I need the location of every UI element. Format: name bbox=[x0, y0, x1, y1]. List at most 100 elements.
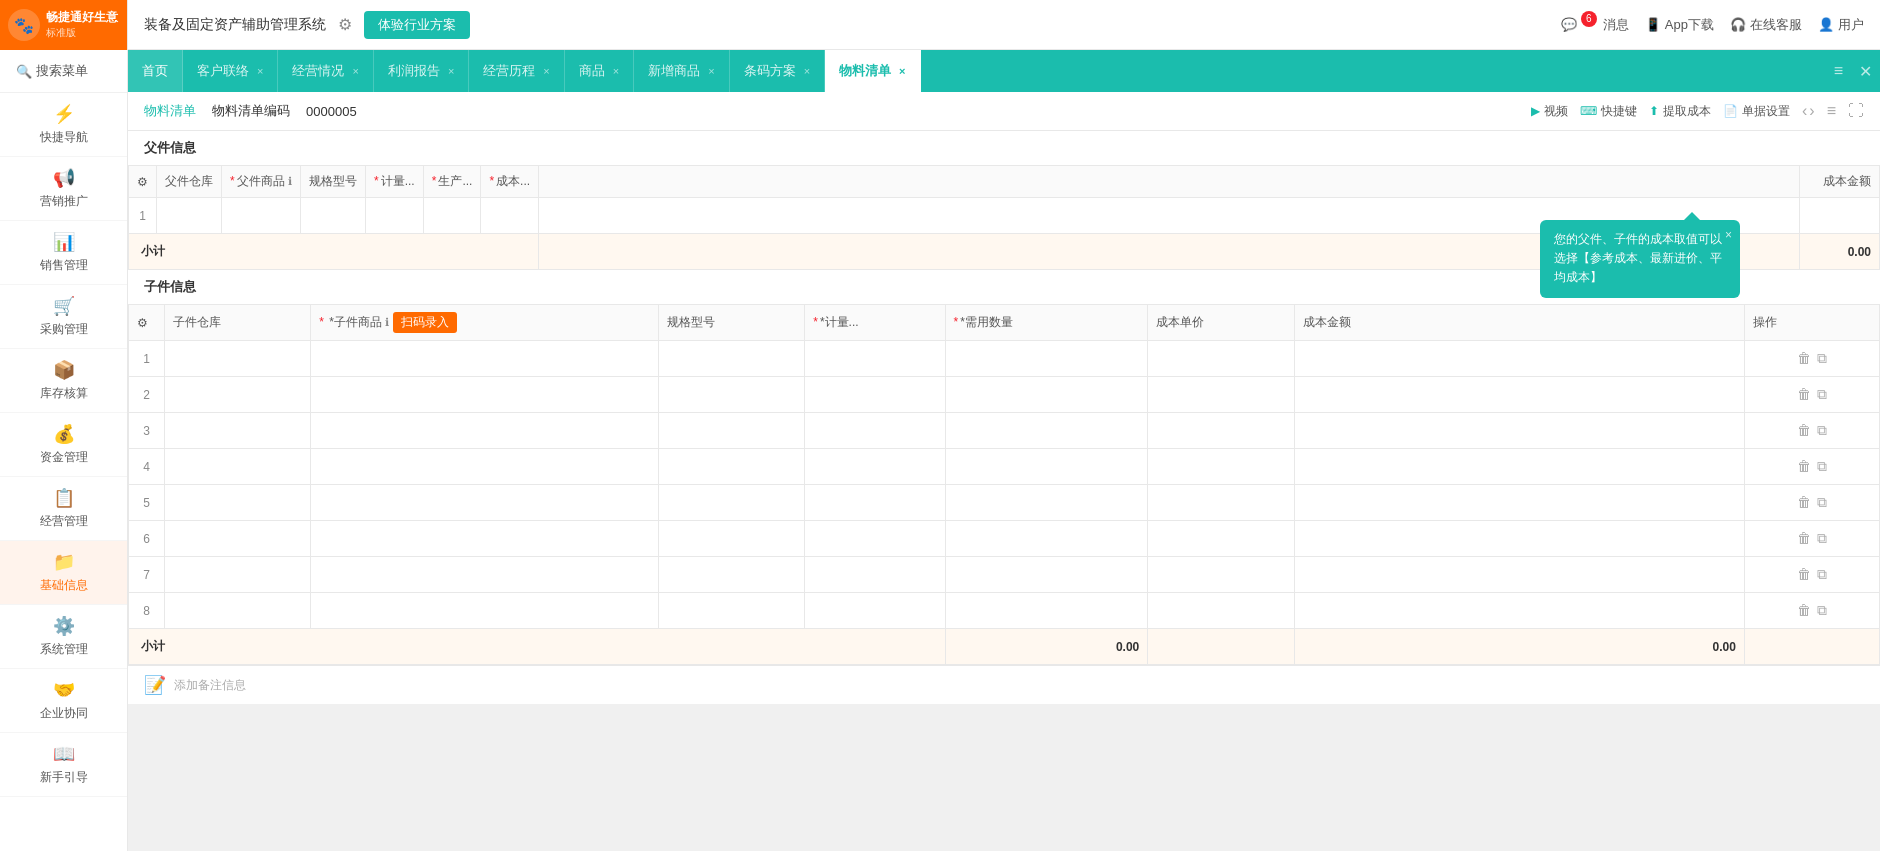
delete-icon-4[interactable]: 🗑 bbox=[1797, 458, 1811, 475]
sidebar-item-purchase[interactable]: 🛒 采购管理 bbox=[0, 285, 127, 349]
menu-icon[interactable]: ≡ bbox=[1827, 102, 1836, 120]
child-cell-warehouse-2[interactable] bbox=[165, 377, 311, 413]
delete-icon-3[interactable]: 🗑 bbox=[1797, 422, 1811, 439]
sidebar-item-mgmt[interactable]: 📋 经营管理 bbox=[0, 477, 127, 541]
tab-barcode[interactable]: 条码方案 × bbox=[730, 50, 825, 92]
child-cell-unit-price-8[interactable] bbox=[1148, 593, 1294, 629]
child-cell-qty-5[interactable] bbox=[945, 485, 1148, 521]
copy-icon-1[interactable]: ⧉ bbox=[1817, 350, 1827, 367]
tab-customer-close[interactable]: × bbox=[257, 65, 263, 77]
prev-icon[interactable]: ‹ bbox=[1802, 102, 1807, 120]
tab-overflow[interactable]: ≡ bbox=[1826, 62, 1851, 80]
child-cell-qty-8[interactable] bbox=[945, 593, 1148, 629]
child-cell-goods-3[interactable] bbox=[311, 413, 659, 449]
child-cell-warehouse-5[interactable] bbox=[165, 485, 311, 521]
sidebar-item-finance[interactable]: 💰 资金管理 bbox=[0, 413, 127, 477]
copy-icon-4[interactable]: ⧉ bbox=[1817, 458, 1827, 475]
delete-icon-5[interactable]: 🗑 bbox=[1797, 494, 1811, 511]
copy-icon-8[interactable]: ⧉ bbox=[1817, 602, 1827, 619]
parent-cell-cost[interactable] bbox=[481, 198, 539, 234]
expand-icon[interactable]: ⛶ bbox=[1848, 102, 1864, 120]
child-cell-goods-7[interactable] bbox=[311, 557, 659, 593]
child-cell-spec-3[interactable] bbox=[658, 413, 804, 449]
child-cell-unit-8[interactable] bbox=[805, 593, 945, 629]
tab-new-goods-close[interactable]: × bbox=[708, 65, 714, 77]
copy-icon-3[interactable]: ⧉ bbox=[1817, 422, 1827, 439]
tab-operation[interactable]: 经营情况 × bbox=[278, 50, 373, 92]
tooltip-close-button[interactable]: × bbox=[1725, 226, 1732, 245]
child-cell-qty-7[interactable] bbox=[945, 557, 1148, 593]
child-cell-unit-4[interactable] bbox=[805, 449, 945, 485]
child-cell-warehouse-4[interactable] bbox=[165, 449, 311, 485]
child-cell-qty-6[interactable] bbox=[945, 521, 1148, 557]
sidebar-item-system[interactable]: ⚙️ 系统管理 bbox=[0, 605, 127, 669]
app-download-action[interactable]: 📱 App下载 bbox=[1645, 16, 1714, 34]
single-setting-action[interactable]: 📄 单据设置 bbox=[1723, 103, 1790, 120]
next-icon[interactable]: › bbox=[1809, 102, 1814, 120]
child-cell-unit-2[interactable] bbox=[805, 377, 945, 413]
tab-profit[interactable]: 利润报告 × bbox=[374, 50, 469, 92]
sidebar-item-collab[interactable]: 🤝 企业协同 bbox=[0, 669, 127, 733]
child-cell-qty-3[interactable] bbox=[945, 413, 1148, 449]
child-cell-unit-price-1[interactable] bbox=[1148, 341, 1294, 377]
child-cell-unit-6[interactable] bbox=[805, 521, 945, 557]
child-cell-qty-4[interactable] bbox=[945, 449, 1148, 485]
child-cell-spec-1[interactable] bbox=[658, 341, 804, 377]
child-cell-qty-2[interactable] bbox=[945, 377, 1148, 413]
tab-goods-close[interactable]: × bbox=[613, 65, 619, 77]
tab-bom-close[interactable]: × bbox=[899, 65, 905, 77]
child-cell-goods-6[interactable] bbox=[311, 521, 659, 557]
sidebar-item-inventory[interactable]: 📦 库存核算 bbox=[0, 349, 127, 413]
sidebar-item-marketing[interactable]: 📢 营销推广 bbox=[0, 157, 127, 221]
child-cell-unit-price-2[interactable] bbox=[1148, 377, 1294, 413]
delete-icon-2[interactable]: 🗑 bbox=[1797, 386, 1811, 403]
tab-goods[interactable]: 商品 × bbox=[565, 50, 634, 92]
tab-close-all[interactable]: ✕ bbox=[1851, 62, 1880, 81]
tab-profit-close[interactable]: × bbox=[448, 65, 454, 77]
tab-history-close[interactable]: × bbox=[543, 65, 549, 77]
child-cell-spec-2[interactable] bbox=[658, 377, 804, 413]
child-cell-spec-5[interactable] bbox=[658, 485, 804, 521]
extract-cost-action[interactable]: ⬆ 提取成本 bbox=[1649, 103, 1711, 120]
tab-customer[interactable]: 客户联络 × bbox=[183, 50, 278, 92]
sidebar-item-quick[interactable]: ⚡ 快捷导航 bbox=[0, 93, 127, 157]
child-cell-warehouse-7[interactable] bbox=[165, 557, 311, 593]
child-cell-unit-7[interactable] bbox=[805, 557, 945, 593]
child-cell-spec-6[interactable] bbox=[658, 521, 804, 557]
tab-home[interactable]: 首页 bbox=[128, 50, 183, 92]
child-cell-unit-price-5[interactable] bbox=[1148, 485, 1294, 521]
parent-cell-warehouse[interactable] bbox=[157, 198, 222, 234]
parent-cell-unit[interactable] bbox=[366, 198, 424, 234]
sidebar-item-sales[interactable]: 📊 销售管理 bbox=[0, 221, 127, 285]
child-cell-goods-8[interactable] bbox=[311, 593, 659, 629]
child-cell-warehouse-1[interactable] bbox=[165, 341, 311, 377]
view-action[interactable]: ▶ 视频 bbox=[1531, 103, 1568, 120]
child-cell-unit-price-7[interactable] bbox=[1148, 557, 1294, 593]
message-action[interactable]: 💬 6 消息 bbox=[1561, 16, 1629, 34]
child-cell-warehouse-3[interactable] bbox=[165, 413, 311, 449]
scan-button[interactable]: 扫码录入 bbox=[393, 312, 457, 333]
parent-cell-goods[interactable] bbox=[222, 198, 301, 234]
child-cell-spec-4[interactable] bbox=[658, 449, 804, 485]
breadcrumb[interactable]: 物料清单 bbox=[144, 102, 196, 120]
tab-bom[interactable]: 物料清单 × bbox=[825, 50, 920, 92]
child-cell-qty-1[interactable] bbox=[945, 341, 1148, 377]
delete-icon-8[interactable]: 🗑 bbox=[1797, 602, 1811, 619]
child-cell-unit-3[interactable] bbox=[805, 413, 945, 449]
child-cell-goods-2[interactable] bbox=[311, 377, 659, 413]
delete-icon-1[interactable]: 🗑 bbox=[1797, 350, 1811, 367]
sidebar-item-basic[interactable]: 📁 基础信息 bbox=[0, 541, 127, 605]
delete-icon-6[interactable]: 🗑 bbox=[1797, 530, 1811, 547]
child-cell-unit-1[interactable] bbox=[805, 341, 945, 377]
settings-icon[interactable]: ⚙ bbox=[338, 15, 352, 34]
copy-icon-2[interactable]: ⧉ bbox=[1817, 386, 1827, 403]
search-menu-button[interactable]: 🔍 搜索菜单 bbox=[8, 58, 119, 84]
child-cell-unit-price-4[interactable] bbox=[1148, 449, 1294, 485]
child-cell-unit-5[interactable] bbox=[805, 485, 945, 521]
online-support-action[interactable]: 🎧 在线客服 bbox=[1730, 16, 1802, 34]
child-cell-unit-price-6[interactable] bbox=[1148, 521, 1294, 557]
copy-icon-5[interactable]: ⧉ bbox=[1817, 494, 1827, 511]
sidebar-item-guide[interactable]: 📖 新手引导 bbox=[0, 733, 127, 797]
parent-cell-production[interactable] bbox=[423, 198, 481, 234]
child-cell-goods-5[interactable] bbox=[311, 485, 659, 521]
